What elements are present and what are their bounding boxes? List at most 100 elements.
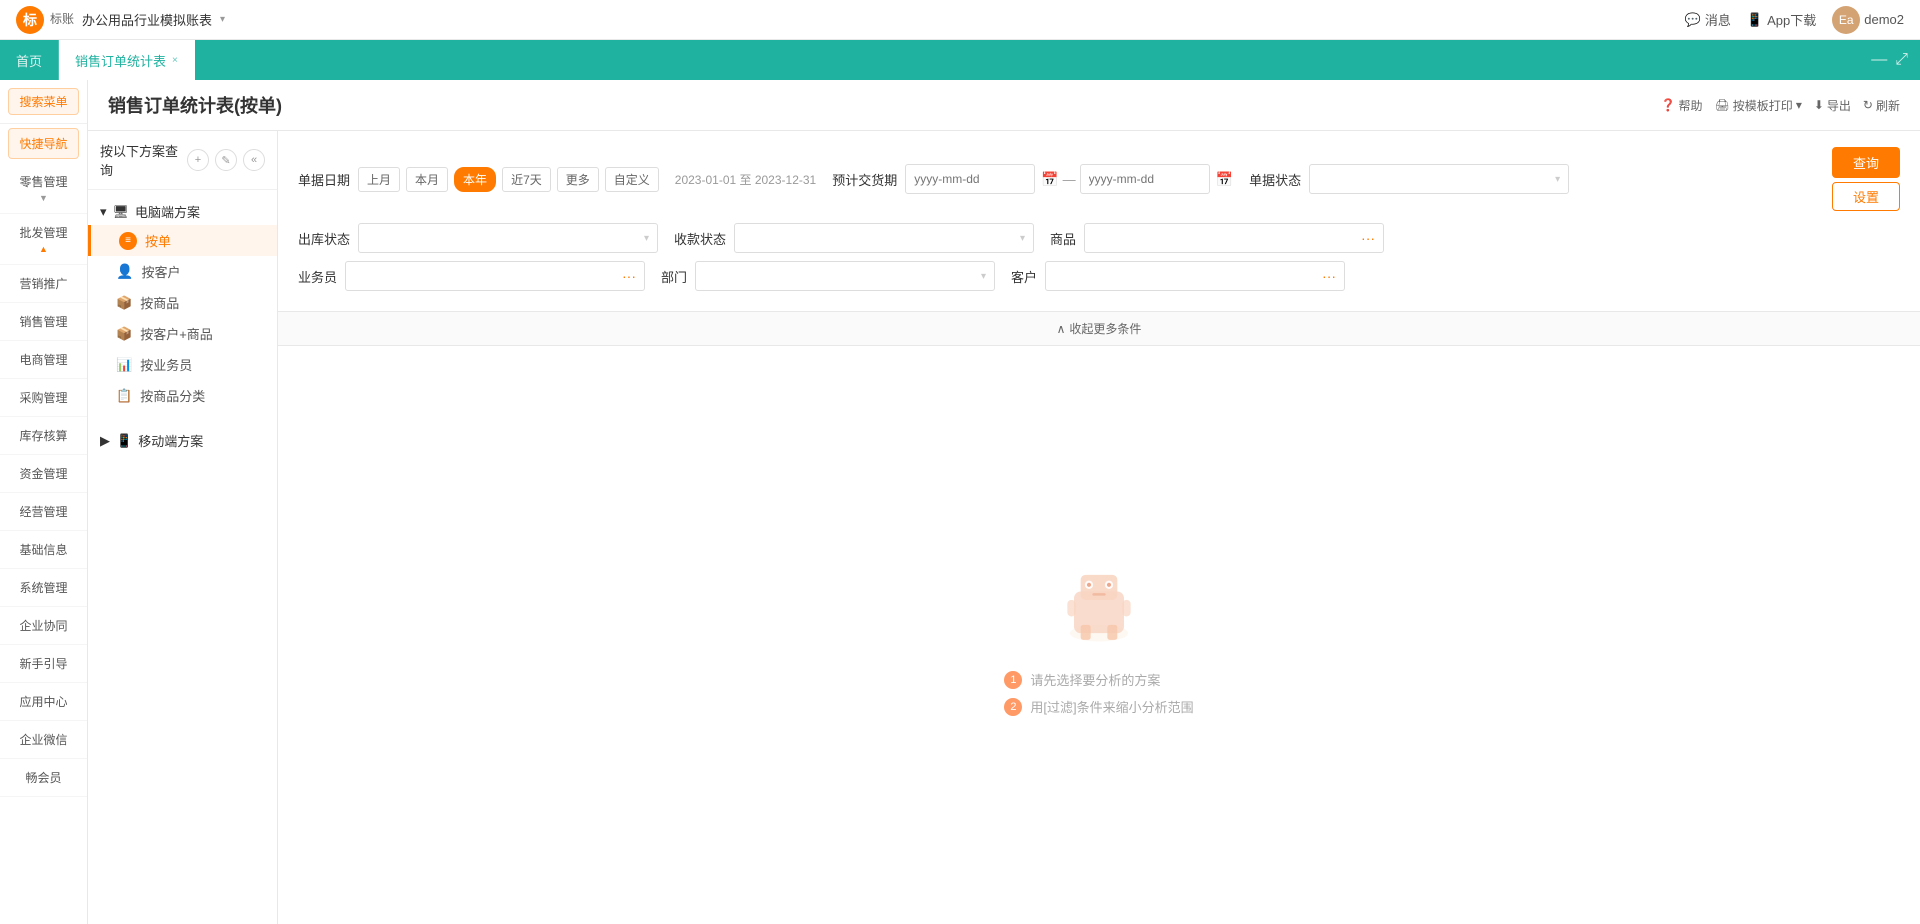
scheme-item-by-category[interactable]: 📋 按商品分类 (88, 380, 277, 411)
scheme-edit-button[interactable]: ✎ (215, 149, 237, 171)
customer-dots[interactable]: ··· (1322, 268, 1336, 284)
pc-scheme-title[interactable]: ▾ 🖥 电脑端方案 (88, 198, 277, 225)
calendar-end-icon[interactable]: 📅 (1216, 171, 1233, 188)
message-icon: 💬 (1685, 12, 1701, 28)
nav-tabs: 首页 销售订单统计表 × — ⤢ (0, 40, 1920, 80)
message-label: 消息 (1705, 10, 1731, 29)
sidebar-item-sales[interactable]: 销售管理 (0, 303, 87, 341)
query-button[interactable]: 查询 (1832, 147, 1900, 178)
basic-info-label: 基础信息 (19, 541, 67, 558)
bill-status-label: 单据状态 (1249, 170, 1301, 189)
scheme-collapse-button[interactable]: « (243, 149, 265, 171)
date-btn-custom[interactable]: 自定义 (605, 167, 659, 192)
customer-select[interactable]: ··· (1045, 261, 1345, 291)
scheme-item-by-order[interactable]: ≡ 按单 (88, 225, 277, 256)
sidebar-item-system[interactable]: 系统管理 (0, 569, 87, 607)
category-scheme-icon: 📋 (116, 388, 132, 404)
delivery-status-select[interactable]: ▾ (358, 223, 658, 253)
operations-label: 经营管理 (19, 503, 67, 520)
maximize-button[interactable]: ⤢ (1895, 51, 1908, 69)
salesperson-select[interactable]: ··· (345, 261, 645, 291)
mobile-scheme-label: 移动端方案 (138, 431, 203, 450)
scheme-item-by-product[interactable]: 📦 按商品 (88, 287, 277, 318)
hint-num-1: 1 (1004, 671, 1022, 689)
wechat-label: 企业微信 (19, 731, 67, 748)
collapse-label: 收起更多条件 (1069, 320, 1141, 337)
sidebar-item-finance[interactable]: 资金管理 (0, 455, 87, 493)
guide-label: 新手引导 (19, 655, 67, 672)
marketing-label: 营销推广 (19, 275, 67, 292)
sidebar-item-member[interactable]: 畅会员 (0, 759, 87, 797)
product-dots[interactable]: ··· (1361, 230, 1375, 246)
sidebar-item-operations[interactable]: 经营管理 (0, 493, 87, 531)
template-print-button[interactable]: 🖨 按模板打印 ▾ (1715, 97, 1802, 114)
expected-delivery-end-input[interactable] (1080, 164, 1210, 194)
salesperson-dots[interactable]: ··· (622, 268, 636, 284)
message-button[interactable]: 💬 消息 (1685, 10, 1731, 29)
sidebar-item-purchase[interactable]: 采购管理 (0, 379, 87, 417)
bill-status-select[interactable]: ▾ (1309, 164, 1569, 194)
expected-delivery-start-input[interactable] (905, 164, 1035, 194)
scheme-add-button[interactable]: + (187, 149, 209, 171)
date-btn-more[interactable]: 更多 (557, 167, 599, 192)
logo-text: 标账 (50, 12, 74, 26)
sidebar-item-inventory[interactable]: 库存核算 (0, 417, 87, 455)
top-bar-left: 标 标账 办公用品行业模拟账表 ▾ (16, 6, 225, 34)
filter-salesperson: 业务员 ··· (298, 261, 645, 291)
sidebar-item-wholesale[interactable]: 批发管理 ▲ (0, 214, 87, 265)
filter-row-1: 单据日期 上月 本月 本年 近7天 更多 自定义 2023-01-01 至 20… (298, 147, 1900, 211)
user-profile[interactable]: Ea demo2 (1832, 6, 1904, 34)
mobile-scheme-title[interactable]: ▶ 📱 移动端方案 (88, 427, 277, 454)
search-menu-button[interactable]: 搜索菜单 (8, 88, 79, 115)
date-btn-this-month[interactable]: 本月 (406, 167, 448, 192)
hint-num-2: 2 (1004, 698, 1022, 716)
date-btn-last-month[interactable]: 上月 (358, 167, 400, 192)
app-download-button[interactable]: 📱 App下载 (1747, 10, 1816, 29)
app-title: 办公用品行业模拟账表 (82, 10, 212, 29)
export-label: 导出 (1827, 97, 1851, 114)
sidebar-item-wechat[interactable]: 企业微信 (0, 721, 87, 759)
sidebar-item-ecommerce[interactable]: 电商管理 (0, 341, 87, 379)
sidebar-item-marketing[interactable]: 营销推广 (0, 265, 87, 303)
sidebar-item-guide[interactable]: 新手引导 (0, 645, 87, 683)
minimize-button[interactable]: — (1871, 51, 1887, 69)
sidebar-item-basic-info[interactable]: 基础信息 (0, 531, 87, 569)
nav-tabs-actions: — ⤢ (1871, 40, 1920, 80)
quick-nav-button[interactable]: 快捷导航 (8, 128, 79, 159)
scheme-by-customer-product-label: 按客户+商品 (140, 324, 213, 343)
department-select[interactable]: ▾ (695, 261, 995, 291)
scheme-item-by-salesperson[interactable]: 📊 按业务员 (88, 349, 277, 380)
date-btn-this-year[interactable]: 本年 (454, 167, 496, 192)
product-select[interactable]: ··· (1084, 223, 1384, 253)
scheme-item-by-customer[interactable]: 👤 按客户 (88, 256, 277, 287)
tab-close-icon[interactable]: × (172, 55, 178, 66)
empty-hint-2: 2 用[过滤]条件来缩小分析范围 (1004, 697, 1193, 716)
refresh-button[interactable]: ↻ 刷新 (1863, 97, 1900, 114)
member-label: 畅会员 (25, 769, 61, 786)
scheme-by-product-label: 按商品 (140, 293, 179, 312)
collapse-button[interactable]: ∧ 收起更多条件 (1057, 320, 1142, 337)
empty-hints: 1 请先选择要分析的方案 2 用[过滤]条件来缩小分析范围 (1004, 670, 1193, 716)
sidebar: 搜索菜单 快捷导航 零售管理 ▼ 批发管理 ▲ 营销推广 销售管理 电商管理 采… (0, 80, 88, 924)
tab-sales-order-stats[interactable]: 销售订单统计表 × (59, 40, 195, 80)
settings-button[interactable]: 设置 (1832, 182, 1900, 211)
tab-home[interactable]: 首页 (0, 40, 59, 80)
sidebar-item-enterprise[interactable]: 企业协同 (0, 607, 87, 645)
scheme-item-by-customer-product[interactable]: 📦 按客户+商品 (88, 318, 277, 349)
main-layout: 搜索菜单 快捷导航 零售管理 ▼ 批发管理 ▲ 营销推广 销售管理 电商管理 采… (0, 80, 1920, 924)
purchase-label: 采购管理 (19, 389, 67, 406)
scheme-panel: 按以下方案查询 + ✎ « ▾ 🖥 电脑端方案 (88, 131, 278, 924)
content-area: 销售订单统计表(按单) ❓ 帮助 🖨 按模板打印 ▾ ⬇ 导出 ↻ 刷新 (88, 80, 1920, 924)
payment-status-select[interactable]: ▾ (734, 223, 1034, 253)
calendar-start-icon[interactable]: 📅 (1041, 171, 1058, 188)
customer-product-icon: 📦 (116, 326, 132, 342)
sidebar-item-app-center[interactable]: 应用中心 (0, 683, 87, 721)
collapse-up-icon: ∧ (1057, 322, 1066, 336)
app-dropdown-arrow[interactable]: ▾ (220, 14, 225, 25)
print-icon: 🖨 (1715, 98, 1730, 112)
export-button[interactable]: ⬇ 导出 (1814, 97, 1851, 114)
help-icon: ❓ (1661, 98, 1676, 112)
date-btn-last-7-days[interactable]: 近7天 (502, 167, 551, 192)
help-button[interactable]: ❓ 帮助 (1661, 97, 1703, 114)
sidebar-item-retail[interactable]: 零售管理 ▼ (0, 163, 87, 214)
